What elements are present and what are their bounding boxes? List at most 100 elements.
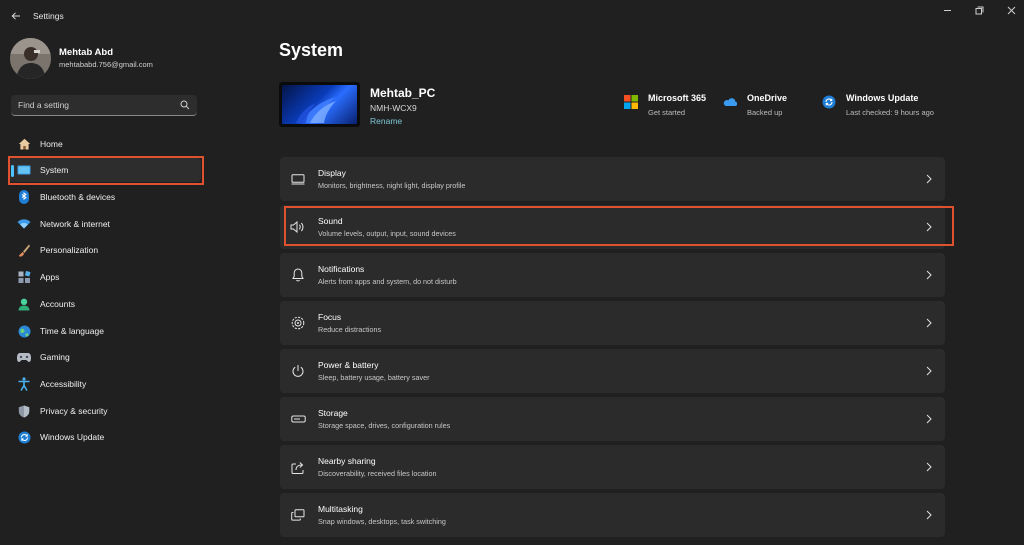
card-subtitle: Reduce distractions (318, 325, 382, 334)
gamepad-icon (17, 350, 31, 364)
sidebar-item-label: Apps (40, 272, 60, 282)
card-title: Multitasking (318, 504, 363, 514)
sidebar-item-gaming[interactable]: Gaming (9, 345, 201, 369)
card-nearby-sharing[interactable]: Nearby sharing Discoverability, received… (280, 445, 945, 489)
quick-link-onedrive[interactable]: OneDrive Backed up (723, 90, 813, 120)
sidebar-item-time-language[interactable]: Time & language (9, 319, 201, 343)
chevron-right-icon (926, 366, 932, 376)
card-subtitle: Monitors, brightness, night light, displ… (318, 181, 466, 190)
page-title: System (279, 40, 344, 60)
storage-icon (290, 412, 306, 426)
back-button[interactable] (8, 8, 24, 24)
sidebar-item-home[interactable]: Home (9, 132, 201, 156)
search-icon[interactable] (180, 100, 190, 110)
maximize-button[interactable] (962, 0, 996, 20)
sidebar-item-windows-update[interactable]: Windows Update (9, 425, 201, 449)
card-notifications[interactable]: Notifications Alerts from apps and syste… (280, 253, 945, 297)
display-icon (290, 172, 306, 186)
quick-link-microsoft-365[interactable]: Microsoft 365 Get started (624, 90, 724, 120)
card-display[interactable]: Display Monitors, brightness, night ligh… (280, 157, 945, 201)
card-subtitle: Storage space, drives, configuration rul… (318, 421, 451, 430)
sidebar-item-label: Accessibility (40, 379, 87, 389)
sidebar-item-label: Bluetooth & devices (40, 192, 116, 202)
chevron-right-icon (926, 414, 932, 424)
highlight-box (8, 156, 204, 185)
user-email: mehtababd.756@gmail.com (59, 60, 153, 69)
device-model: NMH-WCX9 (370, 103, 417, 113)
avatar[interactable] (10, 38, 51, 79)
focus-icon (290, 316, 306, 330)
chevron-right-icon (926, 510, 932, 520)
close-icon (1007, 6, 1015, 14)
sidebar-item-personalization[interactable]: Personalization (9, 238, 201, 262)
restore-icon (975, 6, 983, 14)
brush-icon (17, 243, 31, 257)
card-subtitle: Snap windows, desktops, task switching (318, 517, 446, 526)
sidebar-item-label: Network & internet (40, 219, 110, 229)
card-title: Focus (318, 312, 342, 322)
bell-icon (290, 268, 306, 282)
sidebar-item-apps[interactable]: Apps (9, 265, 201, 289)
sidebar-item-label: Home (40, 139, 63, 149)
sidebar-item-label: Accounts (40, 299, 75, 309)
apps-icon (17, 270, 31, 284)
sidebar-item-accessibility[interactable]: Accessibility (9, 372, 201, 396)
wifi-icon (17, 217, 31, 231)
quick-link-subtitle: Backed up (747, 108, 783, 117)
rename-link[interactable]: Rename (370, 116, 402, 126)
sidebar-item-privacy[interactable]: Privacy & security (9, 399, 201, 423)
app-title: Settings (33, 11, 64, 21)
sidebar-item-label: Time & language (40, 326, 104, 336)
sidebar-item-network[interactable]: Network & internet (9, 212, 201, 236)
sidebar-item-accounts[interactable]: Accounts (9, 292, 201, 316)
quick-link-title: Windows Update (846, 93, 919, 103)
search-box (11, 95, 197, 116)
quick-link-subtitle: Last checked: 9 hours ago (846, 108, 934, 117)
minimize-icon (943, 9, 951, 11)
card-subtitle: Sleep, battery usage, battery saver (318, 373, 430, 382)
card-storage[interactable]: Storage Storage space, drives, configura… (280, 397, 945, 441)
quick-link-subtitle: Get started (648, 108, 686, 117)
main-content: System Mehtab_PC NMH-WCX9 Rename Microso… (210, 32, 1024, 545)
avatar-image (10, 38, 51, 79)
card-title: Storage (318, 408, 348, 418)
card-subtitle: Discoverability, received files location (318, 469, 437, 478)
update-icon (17, 430, 31, 444)
user-name: Mehtab Abd (59, 47, 114, 58)
shield-icon (17, 404, 31, 418)
search-input[interactable] (11, 95, 171, 115)
share-icon (290, 460, 306, 474)
bluetooth-icon (17, 190, 31, 204)
highlight-box (284, 206, 954, 246)
sidebar-item-label: Personalization (40, 245, 99, 255)
card-title: Nearby sharing (318, 456, 376, 466)
accessibility-icon (17, 377, 31, 391)
accounts-icon (17, 297, 31, 311)
card-title: Notifications (318, 264, 365, 274)
card-focus[interactable]: Focus Reduce distractions (280, 301, 945, 345)
sidebar-item-bluetooth[interactable]: Bluetooth & devices (9, 185, 201, 209)
card-subtitle: Alerts from apps and system, do not dist… (318, 277, 457, 286)
quick-link-title: Microsoft 365 (648, 93, 707, 103)
home-icon (17, 137, 31, 151)
title-bar: Settings (0, 0, 1024, 32)
device-image (279, 82, 360, 127)
close-button[interactable] (994, 0, 1024, 20)
card-title: Power & battery (318, 360, 379, 370)
quick-link-windows-update[interactable]: Windows Update Last checked: 9 hours ago (822, 90, 952, 120)
card-power-battery[interactable]: Power & battery Sleep, battery usage, ba… (280, 349, 945, 393)
card-title: Display (318, 168, 346, 178)
windows-update-icon (822, 95, 836, 109)
quick-link-title: OneDrive (747, 93, 788, 103)
chevron-right-icon (926, 462, 932, 472)
power-icon (290, 364, 306, 378)
chevron-right-icon (926, 174, 932, 184)
sidebar: Mehtab Abd mehtababd.756@gmail.com Home … (0, 32, 210, 545)
wallpaper-thumbnail (282, 85, 357, 124)
sidebar-item-label: Windows Update (40, 432, 105, 442)
microsoft-365-icon (624, 95, 638, 109)
globe-icon (17, 324, 31, 338)
card-multitasking[interactable]: Multitasking Snap windows, desktops, tas… (280, 493, 945, 537)
minimize-button[interactable] (930, 0, 964, 20)
device-name: Mehtab_PC (370, 86, 436, 100)
